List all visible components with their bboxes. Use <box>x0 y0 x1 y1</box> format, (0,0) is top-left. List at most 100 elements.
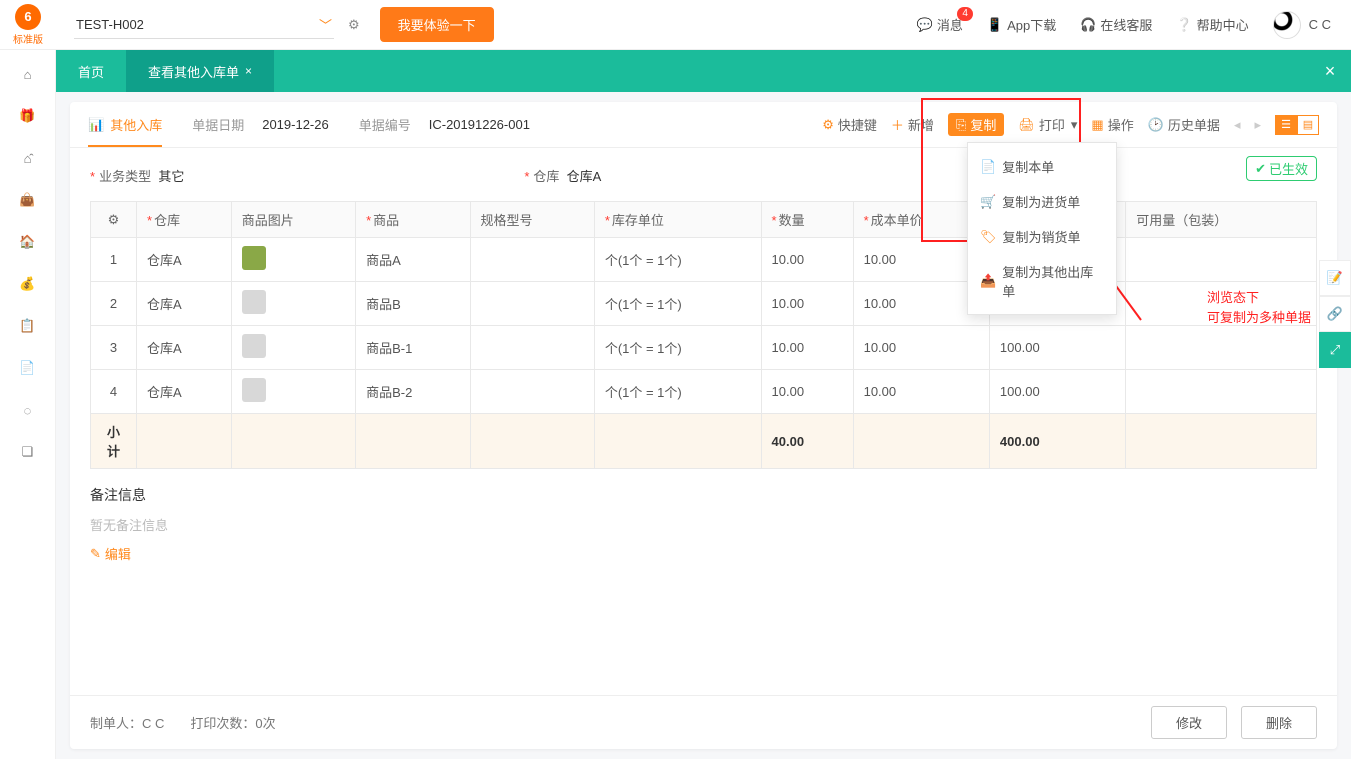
table-row[interactable]: 4 仓库A 商品B-2 个(1个 = 1个) 10.00 10.00 100.0… <box>91 370 1317 414</box>
list-view-icon[interactable]: ☰ <box>1275 115 1297 135</box>
status-text: 已生效 <box>1269 159 1308 178</box>
tab-current-label: 查看其他入库单 <box>148 62 239 81</box>
copy-as-sales[interactable]: 🏷复制为销货单 <box>968 219 1116 254</box>
copy-label: 复制 <box>970 115 996 134</box>
home-icon[interactable]: ⌂ <box>18 64 38 84</box>
message-button[interactable]: 💬 消息 4 <box>917 15 963 34</box>
row-index: 1 <box>91 238 137 282</box>
card-view-icon[interactable]: ▤ <box>1297 115 1319 135</box>
float-note-icon[interactable]: 📝 <box>1319 260 1351 296</box>
doc-no-label: 单据编号 <box>359 115 411 134</box>
app-download-button[interactable]: 📱 App下载 <box>987 15 1056 34</box>
top-bar: 6 标准版 TEST-H002 ﹀ ⚙ 我要体验一下 💬 消息 4 📱 App下… <box>0 0 1351 50</box>
tab-current[interactable]: 查看其他入库单 × <box>126 50 274 92</box>
history-button[interactable]: 🕑历史单据 <box>1148 115 1220 134</box>
tab-home[interactable]: 首页 <box>56 50 126 92</box>
row-qty: 10.00 <box>761 326 853 370</box>
help-label: 帮助中心 <box>1197 15 1249 34</box>
settings-icon[interactable]: ⚙ <box>348 17 360 33</box>
subtotal-amount: 400.00 <box>989 414 1125 469</box>
tab-home-label: 首页 <box>78 62 104 81</box>
add-button[interactable]: ＋新增 <box>891 115 934 134</box>
operate-button[interactable]: ▦操作 <box>1091 115 1133 134</box>
row-avail <box>1126 282 1317 326</box>
table-row[interactable]: 3 仓库A 商品B-1 个(1个 = 1个) 10.00 10.00 100.0… <box>91 326 1317 370</box>
doc-no-value: IC-20191226-001 <box>429 117 530 132</box>
copy-button[interactable]: ⎘复制 <box>948 113 1004 136</box>
card-footer: 制单人：C C 打印次数：0次 修改 删除 <box>70 695 1337 749</box>
row-warehouse: 仓库A <box>137 238 232 282</box>
row-unit: 个(1个 = 1个) <box>594 326 761 370</box>
download-label: App下载 <box>1007 15 1056 34</box>
logo-icon: 6 <box>15 4 41 30</box>
status-badge: ✔ 已生效 <box>1246 156 1317 181</box>
float-expand-icon[interactable]: ⤢ <box>1319 332 1351 368</box>
bag-icon[interactable]: 👜 <box>18 190 38 210</box>
help-center-button[interactable]: ❔ 帮助中心 <box>1176 15 1248 34</box>
headset-icon: 🎧 <box>1080 17 1096 33</box>
prev-icon[interactable]: ◂ <box>1234 117 1241 133</box>
table-row[interactable]: 2 仓库A 商品B 个(1个 = 1个) 10.00 10.00 100.00 <box>91 282 1317 326</box>
report-icon[interactable]: 📄 <box>18 358 38 378</box>
top-right-nav: 💬 消息 4 📱 App下载 🎧 在线客服 ❔ 帮助中心 C C <box>917 11 1331 39</box>
left-sidebar: ⌂ 🎁 ⌂̂ 👜 🏠 💰 📋 📄 ◌ ❏ <box>0 50 56 759</box>
float-link-icon[interactable]: 🔗 <box>1319 296 1351 332</box>
experience-button[interactable]: 我要体验一下 <box>380 7 494 42</box>
document-card: 📊 其他入库 单据日期 2019-12-26 单据编号 IC-20191226-… <box>70 102 1337 749</box>
delete-button[interactable]: 删除 <box>1241 706 1317 739</box>
biz-type-value: 其它 <box>158 169 184 184</box>
edit-label: 编辑 <box>105 544 131 563</box>
copy-this-doc[interactable]: 📄复制本单 <box>968 149 1116 184</box>
refresh-icon[interactable]: ◌ <box>18 400 38 420</box>
shortcut-button[interactable]: ⚙快捷键 <box>822 115 877 134</box>
tab-strip: 首页 查看其他入库单 × × <box>56 50 1351 92</box>
row-unit: 个(1个 = 1个) <box>594 282 761 326</box>
online-service-button[interactable]: 🎧 在线客服 <box>1080 15 1152 34</box>
user-menu[interactable]: C C <box>1273 11 1331 39</box>
card-body: *业务类型 其它 *仓库 仓库A ⚙ *仓库 商品图片 *商品 规格型号 *库 <box>70 148 1337 575</box>
warehouse-icon[interactable]: 🏠 <box>18 232 38 252</box>
row-product: 商品B <box>356 282 470 326</box>
view-toggle[interactable]: ☰ ▤ <box>1275 115 1319 135</box>
date-value: 2019-12-26 <box>262 117 329 132</box>
col-image: 商品图片 <box>231 202 355 238</box>
row-spec <box>470 282 594 326</box>
row-image <box>231 326 355 370</box>
table-row[interactable]: 1 仓库A 商品A 个(1个 = 1个) 10.00 10.00 100.00 <box>91 238 1317 282</box>
company-name: TEST-H002 <box>76 17 144 32</box>
grid-icon: ▦ <box>1091 117 1103 133</box>
row-product: 商品B-1 <box>356 326 470 370</box>
clipboard-icon[interactable]: 📋 <box>18 316 38 336</box>
row-spec <box>470 238 594 282</box>
modify-button[interactable]: 修改 <box>1151 706 1227 739</box>
thumb-icon <box>242 378 266 402</box>
new-icon[interactable]: ❏ <box>18 442 38 462</box>
col-gear[interactable]: ⚙ <box>91 202 137 238</box>
card-header: 📊 其他入库 单据日期 2019-12-26 单据编号 IC-20191226-… <box>70 102 1337 148</box>
avatar-icon <box>1273 11 1301 39</box>
date-label: 单据日期 <box>192 115 244 134</box>
print-button[interactable]: 🖨打印▾ <box>1018 115 1077 134</box>
house-icon[interactable]: ⌂̂ <box>18 148 38 168</box>
cart-icon: 🛒 <box>980 194 996 210</box>
gift-icon[interactable]: 🎁 <box>18 106 38 126</box>
items-table: ⚙ *仓库 商品图片 *商品 规格型号 *库存单位 *数量 *成本单价 *成本金… <box>90 201 1317 469</box>
edit-remarks-button[interactable]: ✎ 编辑 <box>90 544 131 563</box>
copy-outbound-label: 复制为其他出库单 <box>1002 262 1104 300</box>
money-icon[interactable]: 💰 <box>18 274 38 294</box>
company-selector[interactable]: TEST-H002 ﹀ <box>74 11 334 39</box>
add-label: 新增 <box>908 115 934 134</box>
row-warehouse: 仓库A <box>137 370 232 414</box>
copy-as-outbound[interactable]: 📤复制为其他出库单 <box>968 254 1116 308</box>
next-icon[interactable]: ▸ <box>1254 117 1261 133</box>
row-product: 商品A <box>356 238 470 282</box>
copy-as-purchase[interactable]: 🛒复制为进货单 <box>968 184 1116 219</box>
row-price: 10.00 <box>853 326 989 370</box>
col-qty: *数量 <box>761 202 853 238</box>
close-icon[interactable]: × <box>245 64 252 78</box>
thumb-icon <box>242 334 266 358</box>
tabstrip-close-button[interactable]: × <box>1309 50 1351 92</box>
copy-dropdown: 📄复制本单 🛒复制为进货单 🏷复制为销货单 📤复制为其他出库单 <box>967 142 1117 315</box>
printer-icon: 🖨 <box>1018 117 1035 133</box>
copy-this-label: 复制本单 <box>1002 157 1054 176</box>
